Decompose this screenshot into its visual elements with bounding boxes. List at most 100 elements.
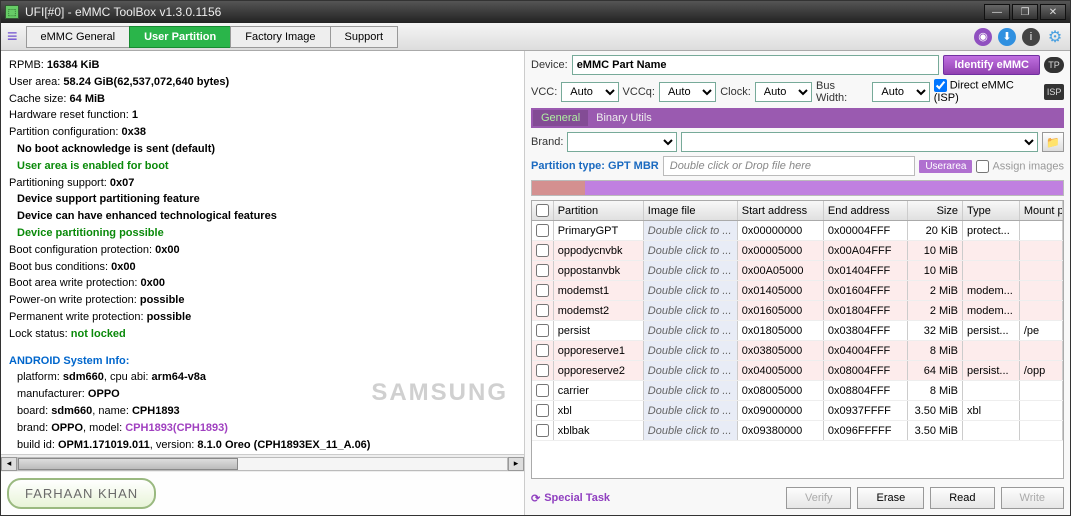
table-row[interactable]: opporeserve1Double click to ...0x0380500… — [532, 341, 1063, 361]
samsung-watermark: SAMSUNG — [371, 385, 508, 402]
tab-factory-image[interactable]: Factory Image — [230, 26, 330, 48]
cell-start: 0x08005000 — [738, 381, 824, 400]
clock-select[interactable]: Auto — [755, 82, 812, 102]
col-imagefile[interactable]: Image file — [644, 201, 738, 220]
row-checkbox[interactable] — [536, 304, 549, 317]
cell-type — [963, 261, 1020, 280]
row-checkbox[interactable] — [536, 224, 549, 237]
cell-imagefile[interactable]: Double click to ... — [644, 321, 738, 340]
model-select[interactable] — [681, 132, 1038, 152]
cell-type: modem... — [963, 281, 1020, 300]
subtab-general[interactable]: General — [533, 110, 588, 126]
col-type[interactable]: Type — [963, 201, 1020, 220]
special-task-link[interactable]: ⟳Special Task — [531, 492, 610, 505]
select-all-checkbox[interactable] — [536, 204, 549, 217]
close-button[interactable]: ✕ — [1040, 4, 1066, 20]
row-checkbox[interactable] — [536, 344, 549, 357]
cell-mount — [1020, 341, 1063, 360]
cell-mount — [1020, 381, 1063, 400]
cell-imagefile[interactable]: Double click to ... — [644, 421, 738, 440]
table-row[interactable]: modemst2Double click to ...0x016050000x0… — [532, 301, 1063, 321]
vcc-select[interactable]: Auto — [561, 82, 618, 102]
minimize-button[interactable]: — — [984, 4, 1010, 20]
direct-emmc-checkbox[interactable]: Direct eMMC (ISP) — [934, 79, 1041, 104]
folder-icon[interactable]: 📁 — [1042, 132, 1064, 152]
cell-imagefile[interactable]: Double click to ... — [644, 381, 738, 400]
row-checkbox[interactable] — [536, 284, 549, 297]
table-row[interactable]: persistDouble click to ...0x018050000x03… — [532, 321, 1063, 341]
row-checkbox[interactable] — [536, 244, 549, 257]
info-hscroll[interactable]: ◂ ▸ — [1, 454, 524, 472]
isp-chip[interactable]: ISP — [1044, 84, 1064, 100]
brand-select[interactable] — [567, 132, 677, 152]
read-button[interactable]: Read — [930, 487, 994, 509]
cell-size: 32 MiB — [908, 321, 963, 340]
cell-imagefile[interactable]: Double click to ... — [644, 241, 738, 260]
cell-end: 0x04004FFF — [824, 341, 908, 360]
download-icon[interactable]: ⬇ — [998, 28, 1016, 46]
tab-support[interactable]: Support — [330, 26, 399, 48]
menu-icon[interactable]: ≡ — [7, 26, 18, 47]
row-checkbox[interactable] — [536, 324, 549, 337]
cell-mount — [1020, 221, 1063, 240]
cell-imagefile[interactable]: Double click to ... — [644, 401, 738, 420]
col-mount[interactable]: Mount p — [1020, 201, 1063, 220]
window-title: UFI[#0] - eMMC ToolBox v1.3.0.1156 — [25, 5, 221, 19]
buswidth-select[interactable]: Auto — [872, 82, 929, 102]
table-row[interactable]: opporeserve2Double click to ...0x0400500… — [532, 361, 1063, 381]
identify-emmc-button[interactable]: Identify eMMC — [943, 55, 1040, 75]
row-checkbox[interactable] — [536, 264, 549, 277]
globe-icon[interactable]: ◉ — [974, 28, 992, 46]
scroll-right-arrow[interactable]: ▸ — [508, 457, 524, 471]
subtab-binary-utils[interactable]: Binary Utils — [588, 110, 660, 126]
row-checkbox[interactable] — [536, 424, 549, 437]
row-checkbox[interactable] — [536, 384, 549, 397]
clock-label: Clock: — [720, 86, 751, 98]
maximize-button[interactable]: ❐ — [1012, 4, 1038, 20]
table-row[interactable]: xblbakDouble click to ...0x093800000x096… — [532, 421, 1063, 441]
cell-type — [963, 381, 1020, 400]
userarea-chip[interactable]: Userarea — [919, 160, 972, 173]
drop-area[interactable]: Double click or Drop file here — [663, 156, 916, 176]
cell-imagefile[interactable]: Double click to ... — [644, 361, 738, 380]
assign-images-checkbox[interactable]: Assign images — [976, 160, 1064, 173]
cell-mount: /pe — [1020, 321, 1063, 340]
cell-imagefile[interactable]: Double click to ... — [644, 301, 738, 320]
row-checkbox[interactable] — [536, 404, 549, 417]
cell-imagefile[interactable]: Double click to ... — [644, 341, 738, 360]
info-icon[interactable]: i — [1022, 28, 1040, 46]
scroll-left-arrow[interactable]: ◂ — [1, 457, 17, 471]
cell-imagefile[interactable]: Double click to ... — [644, 221, 738, 240]
erase-button[interactable]: Erase — [857, 487, 924, 509]
write-button[interactable]: Write — [1001, 487, 1064, 509]
cell-start: 0x00000000 — [738, 221, 824, 240]
col-partition[interactable]: Partition — [554, 201, 644, 220]
device-name-input[interactable] — [572, 55, 940, 75]
cell-start: 0x01405000 — [738, 281, 824, 300]
gear-icon[interactable]: ⚙ — [1046, 28, 1064, 46]
cell-partition: oppostanvbk — [554, 261, 644, 280]
table-row[interactable]: xblDouble click to ...0x090000000x0937FF… — [532, 401, 1063, 421]
col-start[interactable]: Start address — [738, 201, 824, 220]
cell-start: 0x04005000 — [738, 361, 824, 380]
tp-chip[interactable]: TP — [1044, 57, 1064, 73]
cell-type — [963, 421, 1020, 440]
col-end[interactable]: End address — [824, 201, 908, 220]
cell-mount — [1020, 261, 1063, 280]
vccq-select[interactable]: Auto — [659, 82, 716, 102]
tab-emmc-general[interactable]: eMMC General — [26, 26, 131, 48]
table-row[interactable]: carrierDouble click to ...0x080050000x08… — [532, 381, 1063, 401]
device-label: Device: — [531, 59, 568, 71]
tab-user-partition[interactable]: User Partition — [129, 26, 231, 48]
table-row[interactable]: oppostanvbkDouble click to ...0x00A05000… — [532, 261, 1063, 281]
table-row[interactable]: PrimaryGPTDouble click to ...0x000000000… — [532, 221, 1063, 241]
table-row[interactable]: oppodycnvbkDouble click to ...0x00005000… — [532, 241, 1063, 261]
col-size[interactable]: Size — [908, 201, 963, 220]
table-row[interactable]: modemst1Double click to ...0x014050000x0… — [532, 281, 1063, 301]
row-checkbox[interactable] — [536, 364, 549, 377]
cell-imagefile[interactable]: Double click to ... — [644, 281, 738, 300]
cell-type — [963, 241, 1020, 260]
cell-imagefile[interactable]: Double click to ... — [644, 261, 738, 280]
verify-button[interactable]: Verify — [786, 487, 852, 509]
cell-size: 2 MiB — [908, 301, 963, 320]
